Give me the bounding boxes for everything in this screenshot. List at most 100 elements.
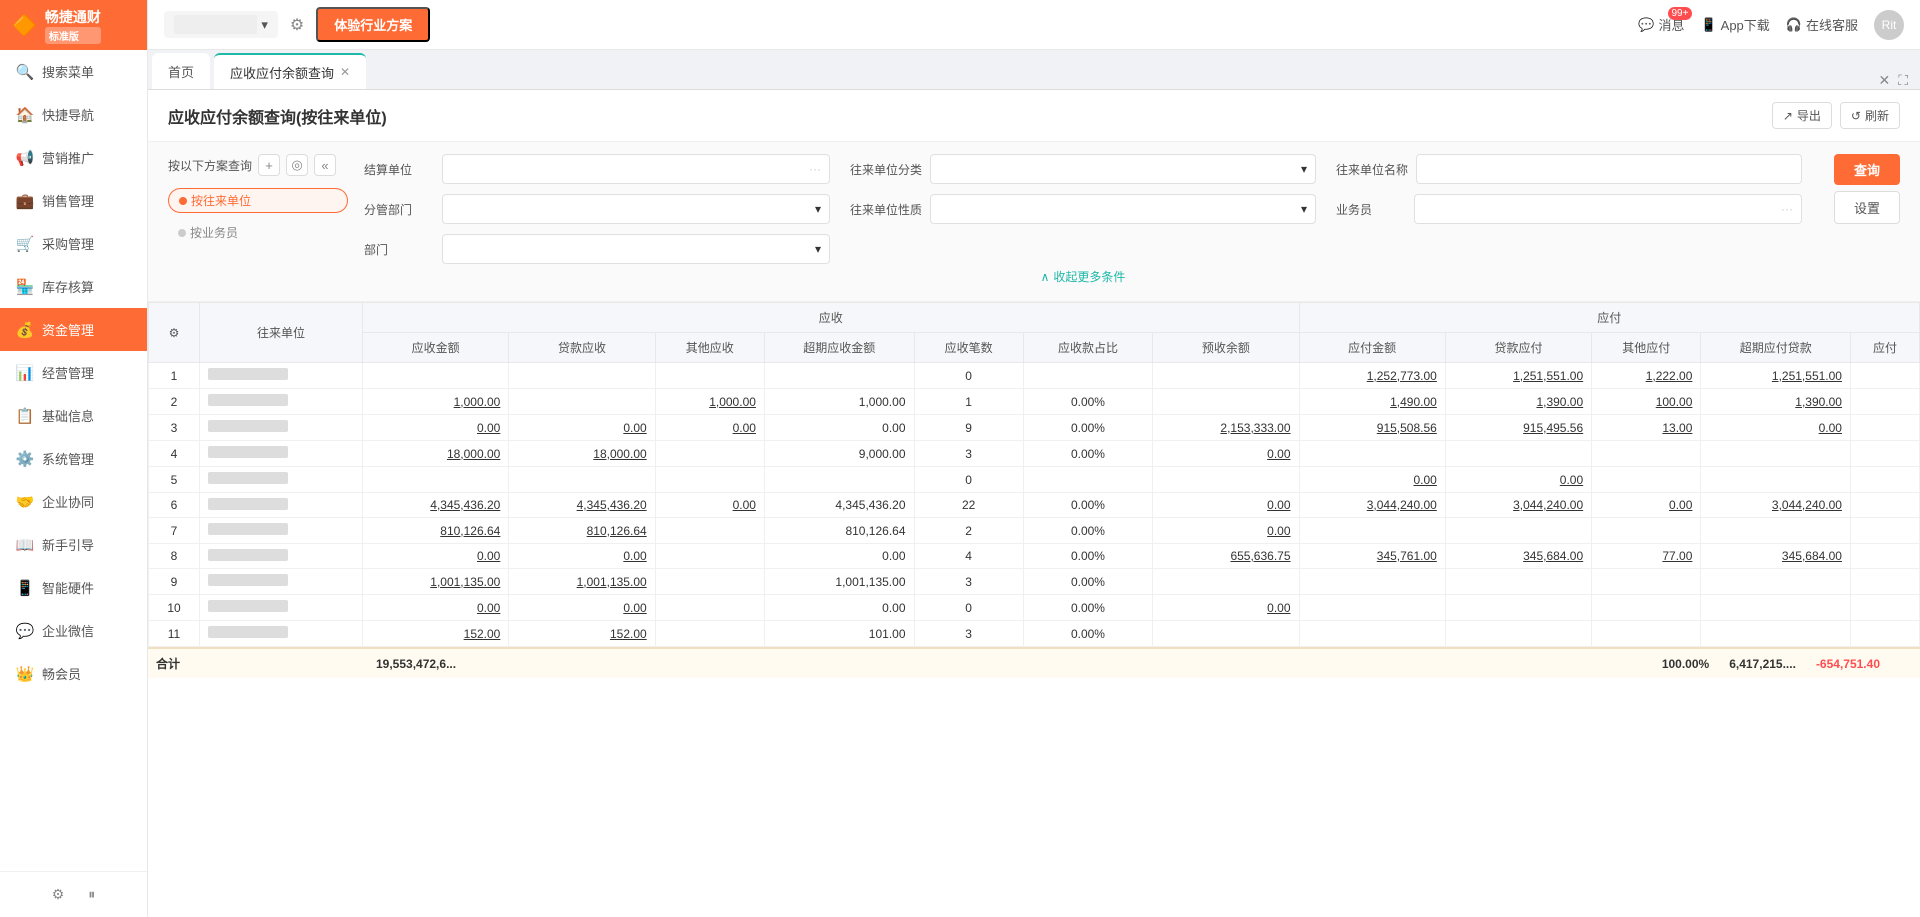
filter-input-salesperson[interactable]: ··· bbox=[1414, 194, 1802, 224]
partner-cell: P bbox=[200, 544, 363, 569]
filter-input-partner-category[interactable]: ▾ bbox=[930, 154, 1316, 184]
filter-label-partner-category: 往来单位分类 bbox=[850, 161, 922, 178]
scheme-dot-active bbox=[179, 197, 187, 205]
sidebar-item-purchase[interactable]: 🛒 采购管理 bbox=[0, 222, 147, 265]
page-header: 应收应付余额查询(按往来单位) ↗ 导出 ↺ 刷新 bbox=[148, 90, 1920, 142]
company-dropdown-icon: ▾ bbox=[261, 17, 268, 33]
sidebar-item-guide[interactable]: 📖 新手引导 bbox=[0, 523, 147, 566]
scheme-option-partner[interactable]: 按往来单位 bbox=[168, 188, 348, 213]
sidebar-settings-btn[interactable]: ⚙ bbox=[42, 880, 75, 909]
th-ap-overdue: 超期应付贷款 bbox=[1701, 333, 1851, 363]
sidebar-item-quick-nav[interactable]: 🏠 快捷导航 bbox=[0, 93, 147, 136]
message-icon: 💬 bbox=[1638, 17, 1654, 33]
tab-fullscreen-icon[interactable]: ⛶ bbox=[1898, 72, 1908, 89]
filter-field-partner-name: 往来单位名称 bbox=[1336, 154, 1802, 184]
filter-field-salesperson: 业务员 ··· bbox=[1336, 194, 1802, 224]
filter-input-settlement[interactable]: ··· bbox=[442, 154, 830, 184]
ops-icon: 📊 bbox=[16, 364, 34, 382]
sidebar-item-marketing[interactable]: 📢 营销推广 bbox=[0, 136, 147, 179]
th-ap-loan: 贷款应付 bbox=[1445, 333, 1591, 363]
sidebar-item-finance[interactable]: 💰 资金管理 bbox=[0, 308, 147, 351]
scheme-option-salesperson[interactable]: 按业务员 bbox=[168, 221, 348, 244]
table-row: 3 0.000.000.000.0090.00%2,153,333.00915,… bbox=[149, 415, 1920, 441]
th-ap-col: 应付 bbox=[1850, 333, 1919, 363]
scheme-collapse-btn[interactable]: « bbox=[314, 154, 336, 176]
gear-btn[interactable]: ⚙ bbox=[290, 15, 304, 35]
scheme-bar: 按以下方案查询 + ◎ « bbox=[168, 154, 348, 176]
sidebar-item-collab[interactable]: 🤝 企业协同 bbox=[0, 480, 147, 523]
app-download-label: App下载 bbox=[1721, 15, 1770, 34]
filter-field-dept: 分管部门 ▾ bbox=[364, 194, 830, 224]
sidebar-item-sales[interactable]: 💼 销售管理 bbox=[0, 179, 147, 222]
filter-scheme-panel: 按以下方案查询 + ◎ « 按往来单位 按业务员 bbox=[168, 154, 348, 289]
filter-input-subdept[interactable]: ▾ bbox=[442, 234, 830, 264]
table-row: 10 0.000.000.0000.00%0.00 bbox=[149, 595, 1920, 621]
sidebar-item-search[interactable]: 🔍 搜索菜单 bbox=[0, 50, 147, 93]
table-settings-header[interactable]: ⚙ bbox=[149, 303, 200, 363]
basic-icon: 📋 bbox=[16, 407, 34, 425]
filter-label-dept: 分管部门 bbox=[364, 201, 434, 218]
promo-button[interactable]: 体验行业方案 bbox=[316, 7, 430, 42]
filter-actions: 查询 设置 bbox=[1834, 154, 1900, 289]
th-ar-overdue: 超期应收金额 bbox=[764, 333, 914, 363]
dropdown-icon-dept: ▾ bbox=[815, 202, 821, 216]
user-avatar[interactable]: Rit bbox=[1874, 10, 1904, 40]
filter-area: 按以下方案查询 + ◎ « 按往来单位 按业务员 bbox=[148, 142, 1920, 302]
partner-cell bbox=[200, 621, 363, 647]
header-right: 💬 消息 99+ 📱 App下载 🎧 在线客服 Rit bbox=[1638, 10, 1904, 40]
sidebar-item-basic[interactable]: 📋 基础信息 bbox=[0, 394, 147, 437]
scheme-options: 按往来单位 按业务员 bbox=[168, 188, 348, 244]
receivable-group-header: 应收 bbox=[363, 303, 1299, 333]
partner-cell bbox=[200, 467, 363, 493]
collab-icon: 🤝 bbox=[16, 493, 34, 511]
collapse-btn[interactable]: ∧ 收起更多条件 bbox=[364, 264, 1802, 289]
query-button[interactable]: 查询 bbox=[1834, 154, 1900, 185]
partner-cell: ^ bbox=[200, 493, 363, 518]
sales-icon: 💼 bbox=[16, 192, 34, 210]
hardware-icon: 📱 bbox=[16, 579, 34, 597]
export-button[interactable]: ↗ 导出 bbox=[1772, 102, 1832, 129]
partner-cell bbox=[200, 518, 363, 544]
th-ap-other: 其他应付 bbox=[1592, 333, 1701, 363]
tab-close-icon[interactable]: ✕ bbox=[340, 65, 350, 79]
refresh-button[interactable]: ↺ 刷新 bbox=[1840, 102, 1900, 129]
sidebar-item-system[interactable]: ⚙️ 系统管理 bbox=[0, 437, 147, 480]
sidebar-item-hardware[interactable]: 📱 智能硬件 bbox=[0, 566, 147, 609]
filter-input-dept[interactable]: ▾ bbox=[442, 194, 830, 224]
partner-cell bbox=[200, 569, 363, 595]
sidebar-item-ops[interactable]: 📊 经营管理 bbox=[0, 351, 147, 394]
tab-ar-ap[interactable]: 应收应付余额查询 ✕ bbox=[214, 53, 366, 89]
sidebar-item-inventory[interactable]: 🏪 库存核算 bbox=[0, 265, 147, 308]
app-download-btn[interactable]: 📱 App下载 bbox=[1700, 15, 1769, 34]
sidebar-item-wechat[interactable]: 💬 企业微信 bbox=[0, 609, 147, 652]
scheme-add-btn[interactable]: + bbox=[258, 154, 280, 176]
filter-field-partner-category: 往来单位分类 ▾ bbox=[850, 154, 1316, 184]
table-row: 4 18,000.0018,000.009,000.0030.00%0.00 bbox=[149, 441, 1920, 467]
member-icon: 👑 bbox=[16, 665, 34, 683]
system-icon: ⚙️ bbox=[16, 450, 34, 468]
page-title: 应收应付余额查询(按往来单位) bbox=[168, 104, 387, 128]
sidebar-collapse-btn[interactable]: ⏸ bbox=[78, 880, 105, 909]
sidebar-item-member[interactable]: 👑 畅会员 bbox=[0, 652, 147, 695]
tab-home[interactable]: 首页 bbox=[152, 53, 210, 89]
inventory-icon: 🏪 bbox=[16, 278, 34, 296]
th-ar-other: 其他应收 bbox=[655, 333, 764, 363]
th-ar-amount: 应收金额 bbox=[363, 333, 509, 363]
table-row: 6^4,345,436.204,345,436.200.004,345,436.… bbox=[149, 493, 1920, 518]
setting-button[interactable]: 设置 bbox=[1834, 191, 1900, 224]
tab-close-all-icon[interactable]: ✕ bbox=[1878, 72, 1890, 89]
scheme-edit-btn[interactable]: ◎ bbox=[286, 154, 308, 176]
tab-ar-ap-label: 应收应付余额查询 bbox=[230, 63, 334, 82]
filter-input-partner-name[interactable] bbox=[1416, 154, 1802, 184]
filter-label-subdept: 部门 bbox=[364, 241, 434, 258]
partner-cell bbox=[200, 441, 363, 467]
filter-input-partner-nature[interactable]: ▾ bbox=[930, 194, 1316, 224]
online-service-btn[interactable]: 🎧 在线客服 bbox=[1786, 15, 1858, 34]
dots-icon-salesperson: ··· bbox=[1781, 202, 1793, 216]
filter-field-settlement: 结算单位 ··· bbox=[364, 154, 830, 184]
dropdown-icon-nature: ▾ bbox=[1301, 202, 1307, 216]
company-selector[interactable]: ▾ bbox=[164, 11, 278, 38]
messages-btn[interactable]: 💬 消息 99+ bbox=[1638, 15, 1684, 34]
table-row: 2 1,000.001,000.001,000.0010.00%1,490.00… bbox=[149, 389, 1920, 415]
filter-field-subdept: 部门 ▾ bbox=[364, 234, 830, 264]
